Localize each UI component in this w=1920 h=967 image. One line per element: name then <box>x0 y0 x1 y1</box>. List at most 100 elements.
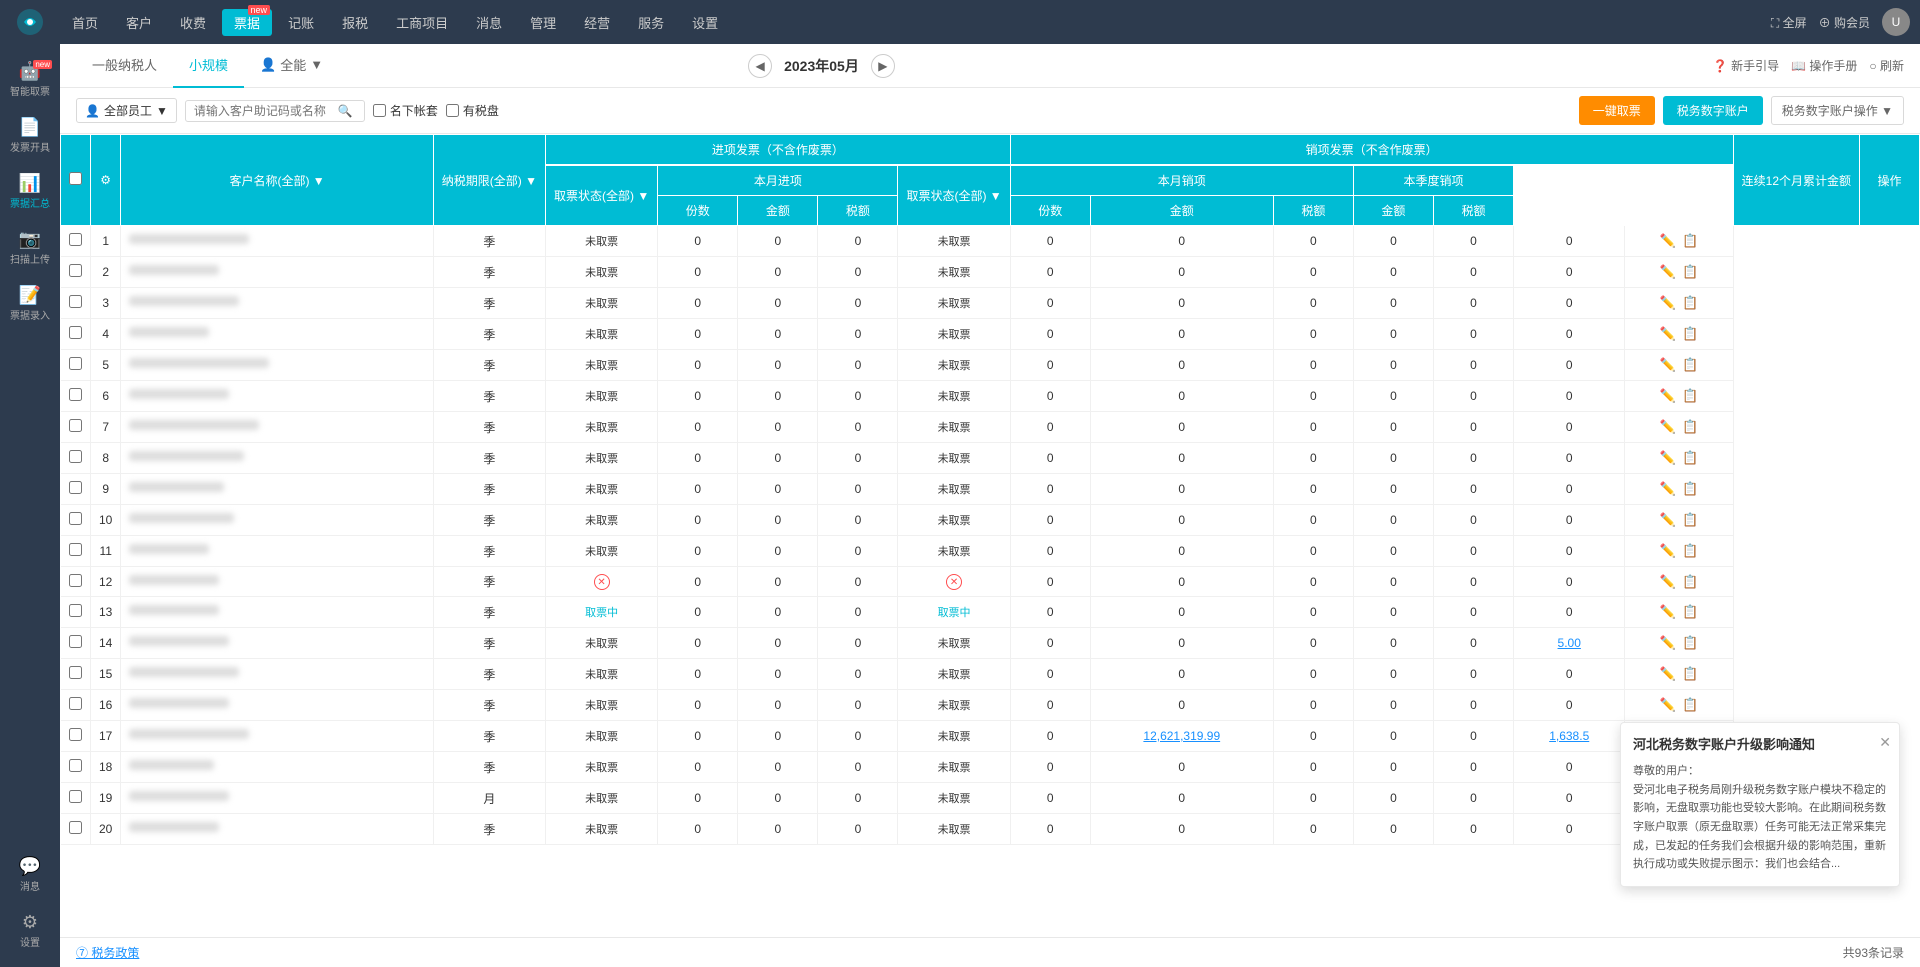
cumulative-link[interactable]: 5.00 <box>1558 636 1581 650</box>
nav-business[interactable]: 工商项目 <box>384 9 460 36</box>
row-checkbox[interactable] <box>69 295 82 308</box>
edit-icon[interactable]: ✏️ <box>1660 388 1676 404</box>
edit-icon[interactable]: ✏️ <box>1660 295 1676 311</box>
row-checkbox[interactable] <box>69 604 82 617</box>
tab-all[interactable]: 👤 全能 ▼ <box>244 44 339 88</box>
edit-icon[interactable]: ✏️ <box>1660 635 1676 651</box>
nav-fee[interactable]: 收费 <box>168 9 218 36</box>
copy-icon[interactable]: 📋 <box>1682 604 1698 620</box>
edit-icon[interactable]: ✏️ <box>1660 233 1676 249</box>
copy-icon[interactable]: 📋 <box>1682 481 1698 497</box>
avatar[interactable]: U <box>1882 8 1910 36</box>
row-checkbox[interactable] <box>69 233 82 246</box>
copy-icon[interactable]: 📋 <box>1682 233 1698 249</box>
employee-select[interactable]: 👤 全部员工 ▼ <box>76 98 177 123</box>
edit-icon[interactable]: ✏️ <box>1660 604 1676 620</box>
row-checkbox[interactable] <box>69 512 82 525</box>
select-all-checkbox[interactable] <box>69 172 82 185</box>
edit-icon[interactable]: ✏️ <box>1660 481 1676 497</box>
copy-icon[interactable]: 📋 <box>1682 450 1698 466</box>
copy-icon[interactable]: 📋 <box>1682 295 1698 311</box>
sidebar-item-msg[interactable]: 💬 消息 <box>4 849 56 901</box>
edit-icon[interactable]: ✏️ <box>1660 543 1676 559</box>
row-checkbox[interactable] <box>69 574 82 587</box>
checkbox-taxdisk[interactable]: 有税盘 <box>446 102 499 119</box>
checkbox-subaccount-input[interactable] <box>373 104 386 117</box>
row-checkbox[interactable] <box>69 419 82 432</box>
row-checkbox[interactable] <box>69 357 82 370</box>
row-checkbox[interactable] <box>69 481 82 494</box>
tax-digital-ops-btn[interactable]: 税务数字账户操作 ▼ <box>1771 96 1904 125</box>
row-checkbox[interactable] <box>69 543 82 556</box>
nav-service[interactable]: 服务 <box>626 9 676 36</box>
edit-icon[interactable]: ✏️ <box>1660 574 1676 590</box>
tax-policy-link[interactable]: ⑦ 税务政策 <box>76 944 139 961</box>
tab-small[interactable]: 小规模 <box>173 44 244 88</box>
cumulative-link[interactable]: 1,638.5 <box>1549 729 1589 743</box>
nav-settings[interactable]: 设置 <box>680 9 730 36</box>
guide-btn[interactable]: ❓ 新手引导 <box>1713 57 1779 74</box>
edit-icon[interactable]: ✏️ <box>1660 419 1676 435</box>
row-checkbox[interactable] <box>69 388 82 401</box>
checkbox-taxdisk-input[interactable] <box>446 104 459 117</box>
row-checkbox[interactable] <box>69 450 82 463</box>
one-click-btn[interactable]: 一键取票 <box>1579 96 1655 125</box>
sidebar-item-invoice-open[interactable]: 📄 发票开具 <box>4 110 56 162</box>
nav-operation[interactable]: 经营 <box>572 9 622 36</box>
edit-icon[interactable]: ✏️ <box>1660 512 1676 528</box>
edit-icon[interactable]: ✏️ <box>1660 450 1676 466</box>
nav-accounting[interactable]: 记账 <box>276 9 326 36</box>
sidebar-item-smart-ticket[interactable]: new 🤖 智能取票 <box>4 54 56 106</box>
sidebar-item-scan[interactable]: 📷 扫描上传 <box>4 222 56 274</box>
row-checkbox[interactable] <box>69 790 82 803</box>
sidebar-item-summary[interactable]: 📊 票据汇总 <box>4 166 56 218</box>
quarter-tax: 0 <box>1433 721 1513 752</box>
prev-period-btn[interactable]: ◀ <box>748 54 772 78</box>
copy-icon[interactable]: 📋 <box>1682 574 1698 590</box>
manual-btn[interactable]: 📖 操作手册 <box>1791 57 1857 74</box>
notif-close-btn[interactable]: ✕ <box>1879 731 1891 753</box>
next-period-btn[interactable]: ▶ <box>871 54 895 78</box>
amount-link[interactable]: 12,621,319.99 <box>1143 729 1220 743</box>
checkbox-subaccount[interactable]: 名下帐套 <box>373 102 438 119</box>
copy-icon[interactable]: 📋 <box>1682 388 1698 404</box>
row-checkbox[interactable] <box>69 821 82 834</box>
copy-icon[interactable]: 📋 <box>1682 264 1698 280</box>
copy-icon[interactable]: 📋 <box>1682 357 1698 373</box>
copy-icon[interactable]: 📋 <box>1682 666 1698 682</box>
nav-tax[interactable]: 报税 <box>330 9 380 36</box>
nav-manage[interactable]: 管理 <box>518 9 568 36</box>
tab-general[interactable]: 一般纳税人 <box>76 44 173 88</box>
member-btn[interactable]: ⊕ 购会员 <box>1819 14 1870 31</box>
tax-digital-btn[interactable]: 税务数字账户 <box>1663 96 1763 125</box>
row-checkbox[interactable] <box>69 728 82 741</box>
copy-icon[interactable]: 📋 <box>1682 635 1698 651</box>
edit-icon[interactable]: ✏️ <box>1660 666 1676 682</box>
nav-message[interactable]: 消息 <box>464 9 514 36</box>
edit-icon[interactable]: ✏️ <box>1660 697 1676 713</box>
nav-home[interactable]: 首页 <box>60 9 110 36</box>
fullscreen-btn[interactable]: ⛶ 全屏 <box>1771 14 1807 31</box>
copy-icon[interactable]: 📋 <box>1682 697 1698 713</box>
refresh-btn[interactable]: ○ 刷新 <box>1869 57 1904 74</box>
period-type: 季 <box>433 721 545 752</box>
sidebar-item-entry[interactable]: 📝 票据录入 <box>4 278 56 330</box>
nav-invoice[interactable]: 票据 new <box>222 9 272 36</box>
edit-icon[interactable]: ✏️ <box>1660 264 1676 280</box>
search-input[interactable] <box>194 104 334 118</box>
row-checkbox[interactable] <box>69 635 82 648</box>
copy-icon[interactable]: 📋 <box>1682 512 1698 528</box>
copy-icon[interactable]: 📋 <box>1682 326 1698 342</box>
copy-icon[interactable]: 📋 <box>1682 543 1698 559</box>
row-checkbox[interactable] <box>69 759 82 772</box>
row-checkbox[interactable] <box>69 697 82 710</box>
row-checkbox[interactable] <box>69 326 82 339</box>
copy-icon[interactable]: 📋 <box>1682 419 1698 435</box>
edit-icon[interactable]: ✏️ <box>1660 357 1676 373</box>
row-checkbox[interactable] <box>69 264 82 277</box>
inbound-amount: 0 <box>738 288 818 319</box>
nav-client[interactable]: 客户 <box>114 9 164 36</box>
sidebar-item-config[interactable]: ⚙ 设置 <box>4 905 56 957</box>
edit-icon[interactable]: ✏️ <box>1660 326 1676 342</box>
row-checkbox[interactable] <box>69 666 82 679</box>
